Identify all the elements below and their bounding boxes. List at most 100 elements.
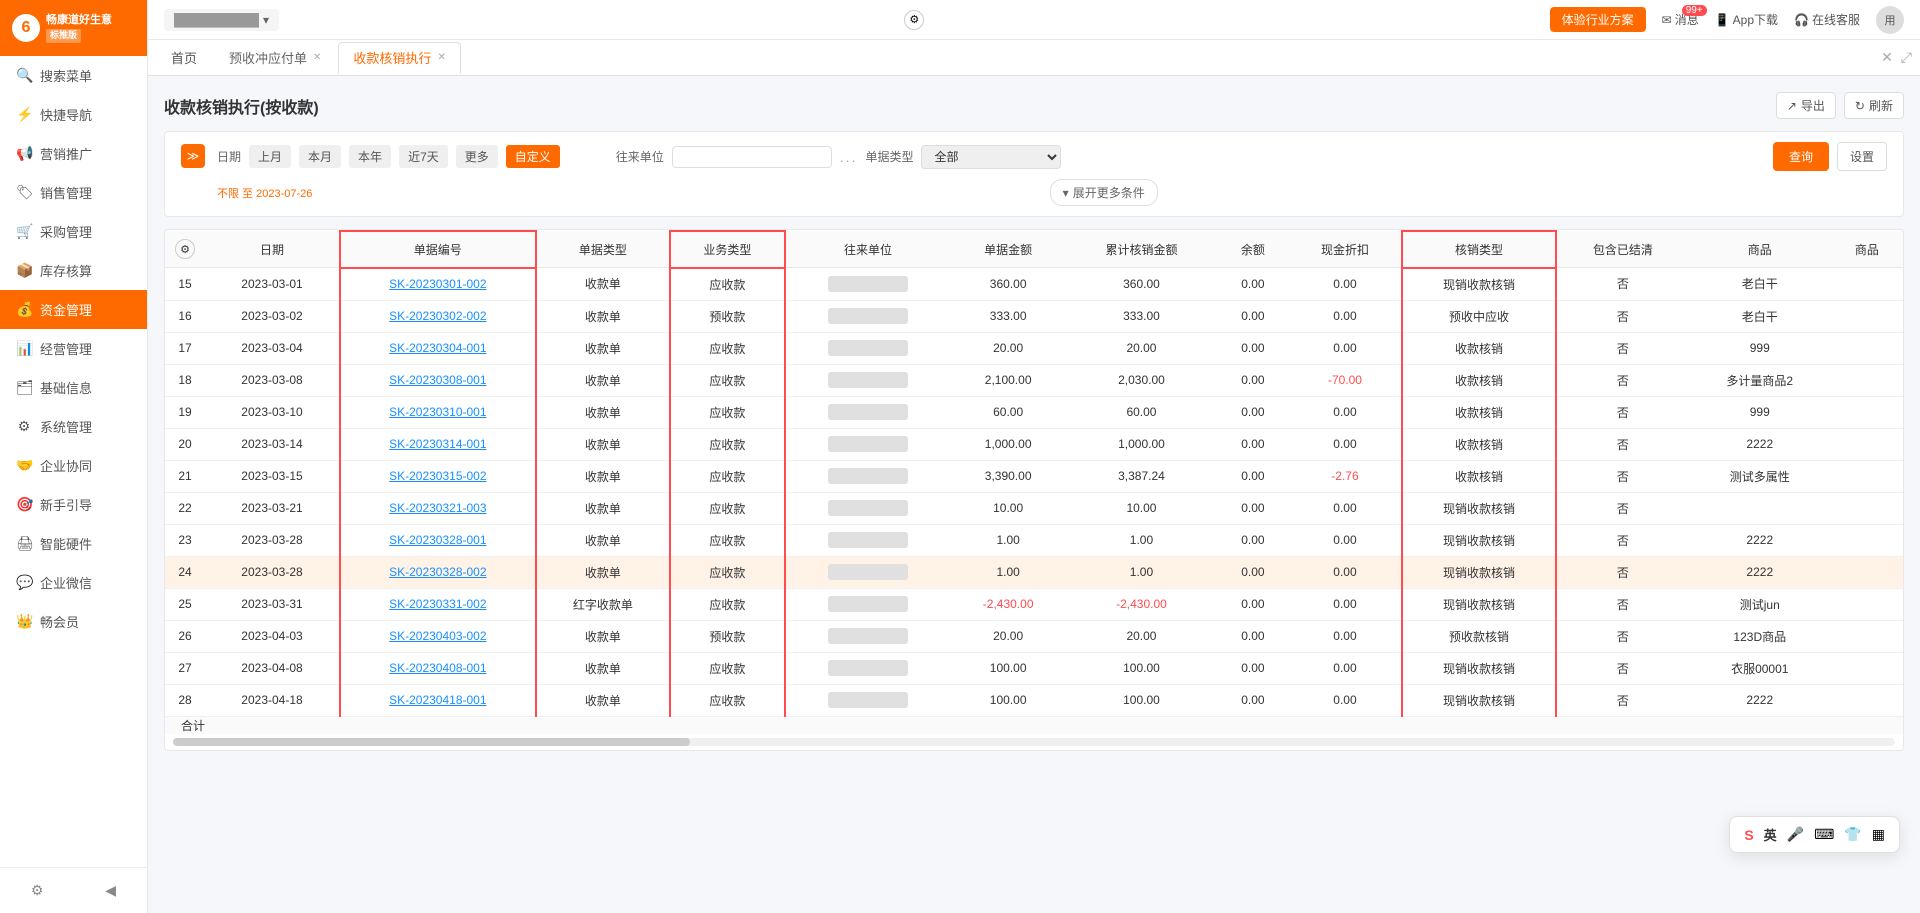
sidebar-item-快捷导航[interactable]: ⚡快捷导航	[0, 95, 147, 134]
sougou-keyboard-icon[interactable]: ⌨	[1814, 826, 1834, 843]
sidebar-item-企业微信[interactable]: 💬企业微信	[0, 563, 147, 602]
row-doc-no[interactable]: SK-20230403-002	[340, 620, 536, 652]
row-amount: 1.00	[950, 524, 1066, 556]
row-discount: 0.00	[1289, 300, 1402, 332]
row-goods2	[1831, 588, 1903, 620]
sidebar-settings-icon[interactable]: ⚙	[25, 876, 50, 905]
row-no: 26	[165, 620, 205, 652]
tab-收款核销执行[interactable]: 收款核销执行✕	[338, 42, 460, 74]
row-amount: 2,100.00	[950, 364, 1066, 396]
filter-toggle-btn[interactable]: ≫	[181, 144, 205, 168]
row-doc-no[interactable]: SK-20230315-002	[340, 460, 536, 492]
row-balance: 0.00	[1217, 332, 1289, 364]
sidebar-item-智能硬件[interactable]: 🖨智能硬件	[0, 524, 147, 563]
fullscreen-icon[interactable]: ⤢	[1901, 49, 1912, 66]
tab-close-icon[interactable]: ✕	[437, 52, 445, 63]
row-doc-no[interactable]: SK-20230304-001	[340, 332, 536, 364]
sidebar-item-企业协同[interactable]: 🤝企业协同	[0, 446, 147, 485]
this-month-btn[interactable]: 本月	[299, 145, 341, 168]
sidebar-item-新手引导[interactable]: 🎯新手引导	[0, 485, 147, 524]
tab-close-icon[interactable]: ✕	[313, 52, 321, 63]
refresh-btn[interactable]: ↻ 刷新	[1844, 92, 1904, 119]
app-download-btn[interactable]: 📱 App下载	[1715, 11, 1778, 28]
messages-btn[interactable]: ✉ 消息 99+	[1662, 11, 1699, 28]
last-7days-btn[interactable]: 近7天	[399, 145, 448, 168]
more-date-btn[interactable]: 更多	[456, 145, 498, 168]
sidebar-icon: 📦	[16, 262, 32, 279]
last-month-btn[interactable]: 上月	[249, 145, 291, 168]
horizontal-scrollbar[interactable]	[173, 738, 1895, 746]
user-avatar[interactable]: 用	[1876, 6, 1904, 34]
settings-filter-btn[interactable]: 设置	[1837, 142, 1887, 171]
row-doc-no[interactable]: SK-20230328-001	[340, 524, 536, 556]
sidebar-item-库存核算[interactable]: 📦库存核算	[0, 251, 147, 290]
row-doc-no[interactable]: SK-20230328-002	[340, 556, 536, 588]
sidebar-item-采购管理[interactable]: 🛒采购管理	[0, 212, 147, 251]
row-doc-no[interactable]: SK-20230314-001	[340, 428, 536, 460]
sidebar-item-畅会员[interactable]: 👑畅会员	[0, 602, 147, 641]
row-discount: 0.00	[1289, 492, 1402, 524]
row-verified: 60.00	[1066, 396, 1217, 428]
close-all-icon[interactable]: ✕	[1881, 49, 1893, 66]
sidebar-item-搜索菜单[interactable]: 🔍搜索菜单	[0, 56, 147, 95]
row-doc-no[interactable]: SK-20230302-002	[340, 300, 536, 332]
partner-input[interactable]	[672, 146, 832, 168]
row-biz-type: 应收款	[670, 364, 785, 396]
industry-btn[interactable]: 体验行业方案	[1550, 7, 1646, 32]
row-amount: 1,000.00	[950, 428, 1066, 460]
company-selector[interactable]: ██████████ ▾	[164, 9, 279, 31]
row-goods1: 999	[1689, 396, 1831, 428]
this-year-btn[interactable]: 本年	[349, 145, 391, 168]
row-doc-no[interactable]: SK-20230310-001	[340, 396, 536, 428]
sidebar-item-销售管理[interactable]: 🏷销售管理	[0, 173, 147, 212]
row-verify-type: 预收款核销	[1402, 620, 1556, 652]
header-settings-icon[interactable]: ⚙	[904, 10, 924, 30]
th-included: 包含已结清	[1556, 231, 1689, 268]
row-verify-type: 收款核销	[1402, 396, 1556, 428]
row-amount: 10.00	[950, 492, 1066, 524]
sidebar-item-系统管理[interactable]: ⚙系统管理	[0, 407, 147, 446]
sidebar-icon: 🔍	[16, 67, 32, 84]
doc-type-select[interactable]: 全部 收款单	[921, 145, 1061, 169]
th-balance: 余额	[1217, 231, 1289, 268]
table-row: 27 2023-04-08 SK-20230408-001 收款单 应收款 ██…	[165, 652, 1903, 684]
tab-首页[interactable]: 首页	[156, 42, 212, 74]
th-settings[interactable]: ⚙	[165, 231, 205, 268]
sidebar-icon: 🎯	[16, 496, 32, 513]
sidebar-item-资金管理[interactable]: 💰资金管理	[0, 290, 147, 329]
sougou-grid-icon[interactable]: ▦	[1872, 826, 1885, 843]
tab-预收冲应付单[interactable]: 预收冲应付单✕	[214, 42, 336, 74]
export-btn[interactable]: ↗ 导出	[1776, 92, 1836, 119]
row-verified: 1.00	[1066, 556, 1217, 588]
query-btn[interactable]: 查询	[1773, 142, 1829, 171]
row-doc-type: 收款单	[536, 684, 670, 716]
row-doc-no[interactable]: SK-20230418-001	[340, 684, 536, 716]
sougou-mic-icon[interactable]: 🎤	[1787, 826, 1804, 843]
row-doc-no[interactable]: SK-20230301-002	[340, 268, 536, 301]
sidebar-item-营销推广[interactable]: 📢营销推广	[0, 134, 147, 173]
row-verify-type: 现销收款核销	[1402, 556, 1556, 588]
row-doc-no[interactable]: SK-20230308-001	[340, 364, 536, 396]
row-doc-type: 收款单	[536, 332, 670, 364]
row-doc-no[interactable]: SK-20230321-003	[340, 492, 536, 524]
sidebar-item-经营管理[interactable]: 📊经营管理	[0, 329, 147, 368]
online-service-btn[interactable]: 🎧 在线客服	[1794, 11, 1860, 28]
row-doc-no[interactable]: SK-20230331-002	[340, 588, 536, 620]
row-goods1: 老白干	[1689, 300, 1831, 332]
th-date: 日期	[205, 231, 340, 268]
row-doc-type: 收款单	[536, 268, 670, 301]
th-amount: 单据金额	[950, 231, 1066, 268]
footer-included	[1556, 716, 1689, 734]
expand-more-btn[interactable]: ▾ 展开更多条件	[1050, 179, 1158, 206]
sidebar-collapse-icon[interactable]: ◀	[99, 876, 122, 905]
more-filters-dots[interactable]: ...	[840, 149, 858, 165]
row-goods2	[1831, 652, 1903, 684]
row-goods2	[1831, 300, 1903, 332]
row-goods1: 2222	[1689, 524, 1831, 556]
row-partner: ████████	[785, 684, 951, 716]
table-row: 15 2023-03-01 SK-20230301-002 收款单 应收款 ██…	[165, 268, 1903, 301]
sougou-shirt-icon[interactable]: 👕	[1844, 826, 1861, 843]
sidebar-item-基础信息[interactable]: 🗂基础信息	[0, 368, 147, 407]
custom-date-btn[interactable]: 自定义	[506, 145, 560, 168]
row-doc-no[interactable]: SK-20230408-001	[340, 652, 536, 684]
